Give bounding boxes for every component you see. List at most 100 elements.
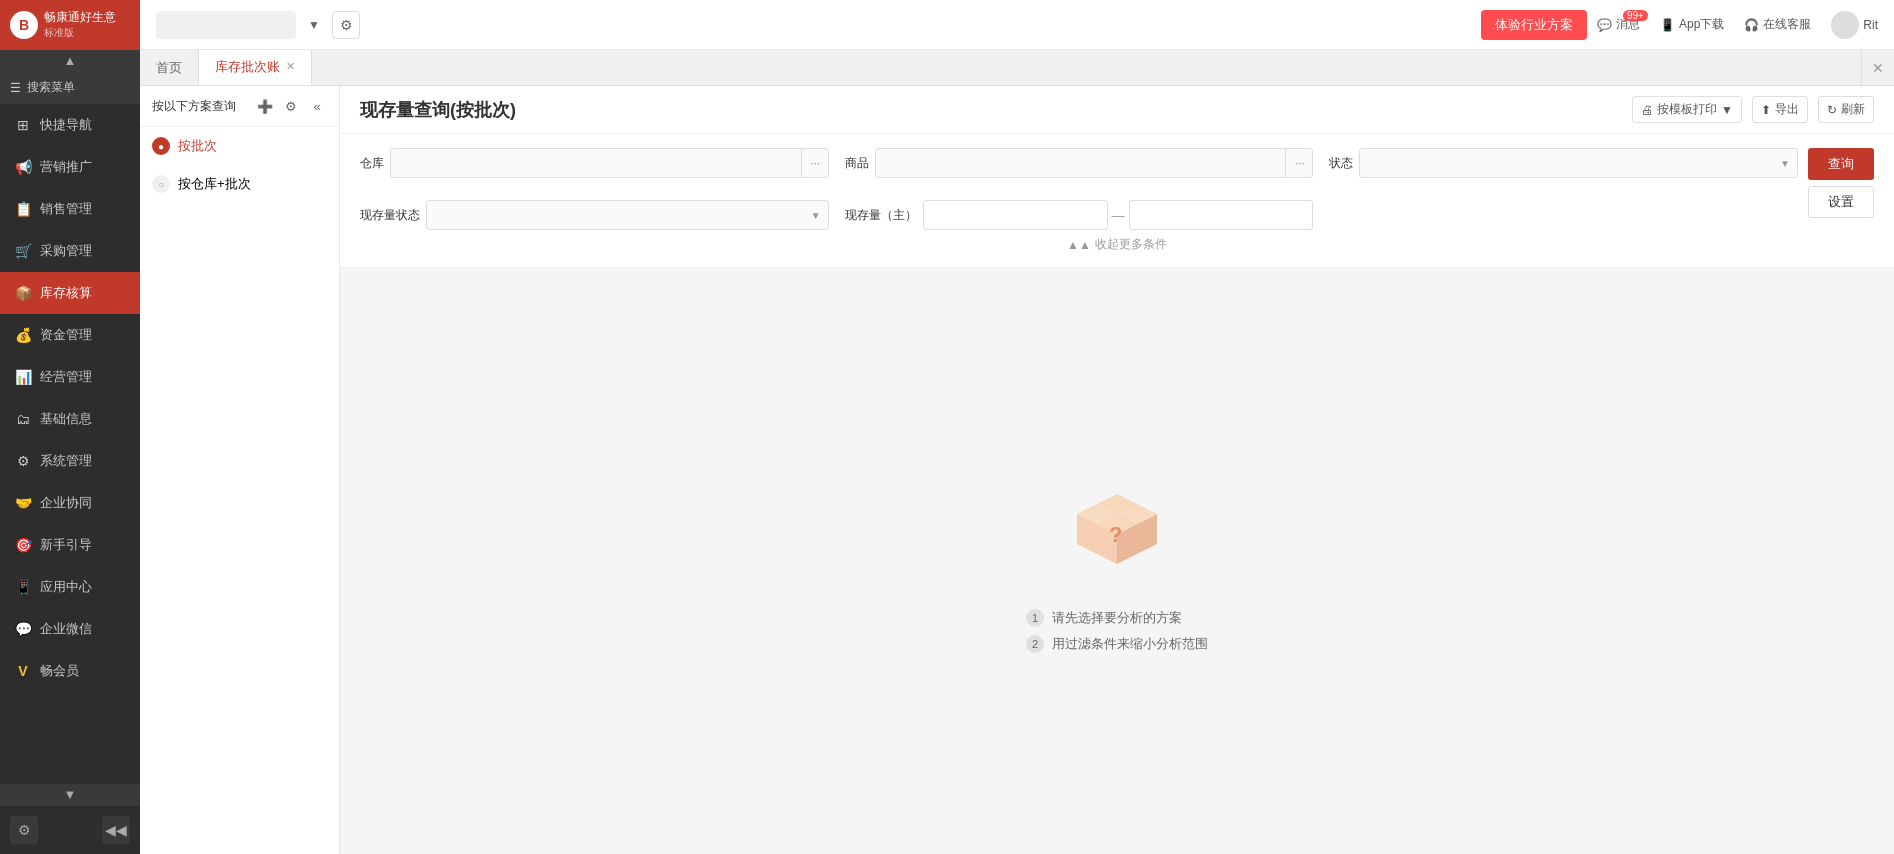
collapse-sidebar-btn[interactable]: ◀◀ bbox=[102, 816, 130, 844]
export-btn[interactable]: ⬆ 导出 bbox=[1752, 96, 1808, 123]
filter-item-by-batch[interactable]: ● 按批次 bbox=[140, 127, 339, 165]
sidebar-item-inventory[interactable]: 📦 库存核算 bbox=[0, 272, 140, 314]
sidebar-item-apps[interactable]: 📱 应用中心 bbox=[0, 566, 140, 608]
status-field: 状态 启用 停用 ▼ bbox=[1329, 148, 1798, 178]
refresh-btn[interactable]: ↻ 刷新 bbox=[1818, 96, 1874, 123]
app-download-btn[interactable]: 📱 App下载 bbox=[1660, 16, 1724, 33]
tab-home-label: 首页 bbox=[156, 59, 182, 77]
tab-home[interactable]: 首页 bbox=[140, 50, 199, 85]
app-logo: B bbox=[10, 11, 38, 39]
sidebar-scroll-up[interactable]: ▲ bbox=[0, 50, 140, 71]
inventory-quantity-to[interactable] bbox=[1129, 200, 1314, 230]
sidebar-item-label: 企业协同 bbox=[40, 494, 92, 512]
topbar-right: 💬 消息 99+ 📱 App下载 🎧 在线客服 Rit bbox=[1597, 11, 1878, 39]
sidebar-item-system[interactable]: ⚙ 系统管理 bbox=[0, 440, 140, 482]
app-version: 标准版 bbox=[44, 26, 116, 40]
sidebar-item-label: 资金管理 bbox=[40, 326, 92, 344]
collapse-more-btn[interactable]: ▲▲ 收起更多条件 bbox=[360, 230, 1874, 253]
inventory-icon: 📦 bbox=[14, 284, 32, 302]
finance-icon: 💰 bbox=[14, 326, 32, 344]
phone-icon: 📱 bbox=[1660, 18, 1675, 32]
topbar-search-area: ▼ ⚙ bbox=[156, 11, 1471, 39]
tab-close-btn[interactable]: ✕ bbox=[286, 60, 295, 73]
sidebar-item-basic[interactable]: 🗂 基础信息 bbox=[0, 398, 140, 440]
inventory-quantity-range: — bbox=[923, 200, 1314, 230]
system-icon: ⚙ bbox=[14, 452, 32, 470]
sidebar-item-purchase[interactable]: 🛒 采购管理 bbox=[0, 230, 140, 272]
sidebar-item-marketing[interactable]: 📢 营销推广 bbox=[0, 146, 140, 188]
app-name: 畅康通好生意 bbox=[44, 10, 116, 26]
enterprise-icon: 🤝 bbox=[14, 494, 32, 512]
refresh-icon: ↻ bbox=[1827, 103, 1837, 117]
sidebar-item-operations[interactable]: 📊 经营管理 bbox=[0, 356, 140, 398]
purchase-icon: 🛒 bbox=[14, 242, 32, 260]
sidebar-item-finance[interactable]: 💰 资金管理 bbox=[0, 314, 140, 356]
topbar-search-input[interactable] bbox=[156, 11, 296, 39]
search-icon: ☰ bbox=[10, 81, 21, 95]
filter-item-by-warehouse-batch[interactable]: ○ 按仓库+批次 bbox=[140, 165, 339, 203]
topbar-settings-btn[interactable]: ⚙ bbox=[332, 11, 360, 39]
filter-row-2: 现存量状态 有库存 无库存 全部 ▼ bbox=[360, 200, 1798, 230]
topbar: ▼ ⚙ 体验行业方案 💬 消息 99+ 📱 App下载 🎧 在线客服 Rit bbox=[140, 0, 1894, 50]
page-content: 按以下方案查询 ➕ ⚙ « ● 按批次 ○ 按仓库+批次 现存量查询(按批次) bbox=[140, 86, 1894, 854]
wechat-icon: 💬 bbox=[14, 620, 32, 638]
page-header: 现存量查询(按批次) 🖨 按模板打印 ▼ ⬆ 导出 ↻ 刷新 bbox=[340, 86, 1894, 134]
export-icon: ⬆ bbox=[1761, 103, 1771, 117]
inventory-quantity-from[interactable] bbox=[923, 200, 1108, 230]
filter-panel-header: 按以下方案查询 ➕ ⚙ « bbox=[140, 86, 339, 127]
query-action-buttons: 查询 设置 bbox=[1808, 148, 1874, 218]
product-input[interactable] bbox=[875, 148, 1314, 178]
sidebar-item-label: 销售管理 bbox=[40, 200, 92, 218]
page-title: 现存量查询(按批次) bbox=[360, 98, 516, 122]
tab-inventory-batch-label: 库存批次账 bbox=[215, 58, 280, 76]
user-profile-btn[interactable]: Rit bbox=[1831, 11, 1878, 39]
sidebar-item-sales[interactable]: 📋 销售管理 bbox=[0, 188, 140, 230]
main-container: ▼ ⚙ 体验行业方案 💬 消息 99+ 📱 App下载 🎧 在线客服 Rit bbox=[140, 0, 1894, 854]
empty-state: ? 1 请先选择要分析的方案 2 用过滤条件来缩小分析范围 bbox=[340, 268, 1894, 854]
filter-dot-active: ● bbox=[152, 137, 170, 155]
sidebar-item-label: 采购管理 bbox=[40, 242, 92, 260]
sidebar-item-member[interactable]: V 畅会员 bbox=[0, 650, 140, 692]
tab-inventory-batch[interactable]: 库存批次账 ✕ bbox=[199, 50, 312, 85]
warehouse-input[interactable] bbox=[390, 148, 829, 178]
sidebar-item-newbie[interactable]: 🎯 新手引导 bbox=[0, 524, 140, 566]
inventory-quantity-label: 现存量（主） bbox=[845, 207, 917, 224]
trial-button[interactable]: 体验行业方案 bbox=[1481, 10, 1587, 40]
filter-panel-title: 按以下方案查询 bbox=[152, 98, 236, 115]
collapse-filter-btn[interactable]: « bbox=[307, 96, 327, 116]
operations-icon: 📊 bbox=[14, 368, 32, 386]
topbar-dropdown-btn[interactable]: ▼ bbox=[302, 13, 326, 37]
empty-tip-2: 2 用过滤条件来缩小分析范围 bbox=[1026, 635, 1208, 653]
messages-btn[interactable]: 💬 消息 99+ bbox=[1597, 16, 1640, 33]
sidebar-search[interactable]: ☰ 搜索菜单 bbox=[0, 71, 140, 104]
sidebar-header: B 畅康通好生意 标准版 bbox=[0, 0, 140, 50]
add-scheme-btn[interactable]: ➕ bbox=[255, 96, 275, 116]
app-info: 畅康通好生意 标准版 bbox=[44, 10, 116, 40]
filter-item-label: 按仓库+批次 bbox=[178, 175, 251, 193]
sidebar-item-wechat[interactable]: 💬 企业微信 bbox=[0, 608, 140, 650]
query-btn[interactable]: 查询 bbox=[1808, 148, 1874, 180]
sidebar-scroll-down[interactable]: ▼ bbox=[0, 784, 140, 805]
sidebar-item-enterprise[interactable]: 🤝 企业协同 bbox=[0, 482, 140, 524]
sidebar-item-quick-nav[interactable]: ⊞ 快捷导航 bbox=[0, 104, 140, 146]
tab-panel-close-btn[interactable]: ✕ bbox=[1861, 50, 1894, 85]
status-select[interactable]: 启用 停用 bbox=[1359, 148, 1798, 178]
sidebar-nav: ⊞ 快捷导航 📢 营销推广 📋 销售管理 🛒 采购管理 📦 库存核算 💰 资金管… bbox=[0, 104, 140, 784]
product-dots-btn[interactable]: ··· bbox=[1285, 148, 1313, 178]
sidebar-item-label: 系统管理 bbox=[40, 452, 92, 470]
customer-service-btn[interactable]: 🎧 在线客服 bbox=[1744, 16, 1811, 33]
warehouse-dots-btn[interactable]: ··· bbox=[801, 148, 829, 178]
inventory-status-select[interactable]: 有库存 无库存 全部 bbox=[426, 200, 829, 230]
manage-scheme-btn[interactable]: ⚙ bbox=[281, 96, 301, 116]
settings-footer-btn[interactable]: ⚙ bbox=[10, 816, 38, 844]
sidebar-item-label: 库存核算 bbox=[40, 284, 92, 302]
sidebar-footer: ⚙ ◀◀ bbox=[0, 805, 140, 854]
svg-text:?: ? bbox=[1109, 522, 1122, 547]
app-download-label: App下载 bbox=[1679, 16, 1724, 33]
tip-text-1: 请先选择要分析的方案 bbox=[1052, 609, 1182, 627]
filter-header-actions: ➕ ⚙ « bbox=[255, 96, 327, 116]
print-template-btn[interactable]: 🖨 按模板打印 ▼ bbox=[1632, 96, 1742, 123]
filter-row-1: 仓库 ··· 商品 ··· bbox=[360, 148, 1798, 178]
apps-icon: 📱 bbox=[14, 578, 32, 596]
search-settings-btn[interactable]: 设置 bbox=[1808, 186, 1874, 218]
